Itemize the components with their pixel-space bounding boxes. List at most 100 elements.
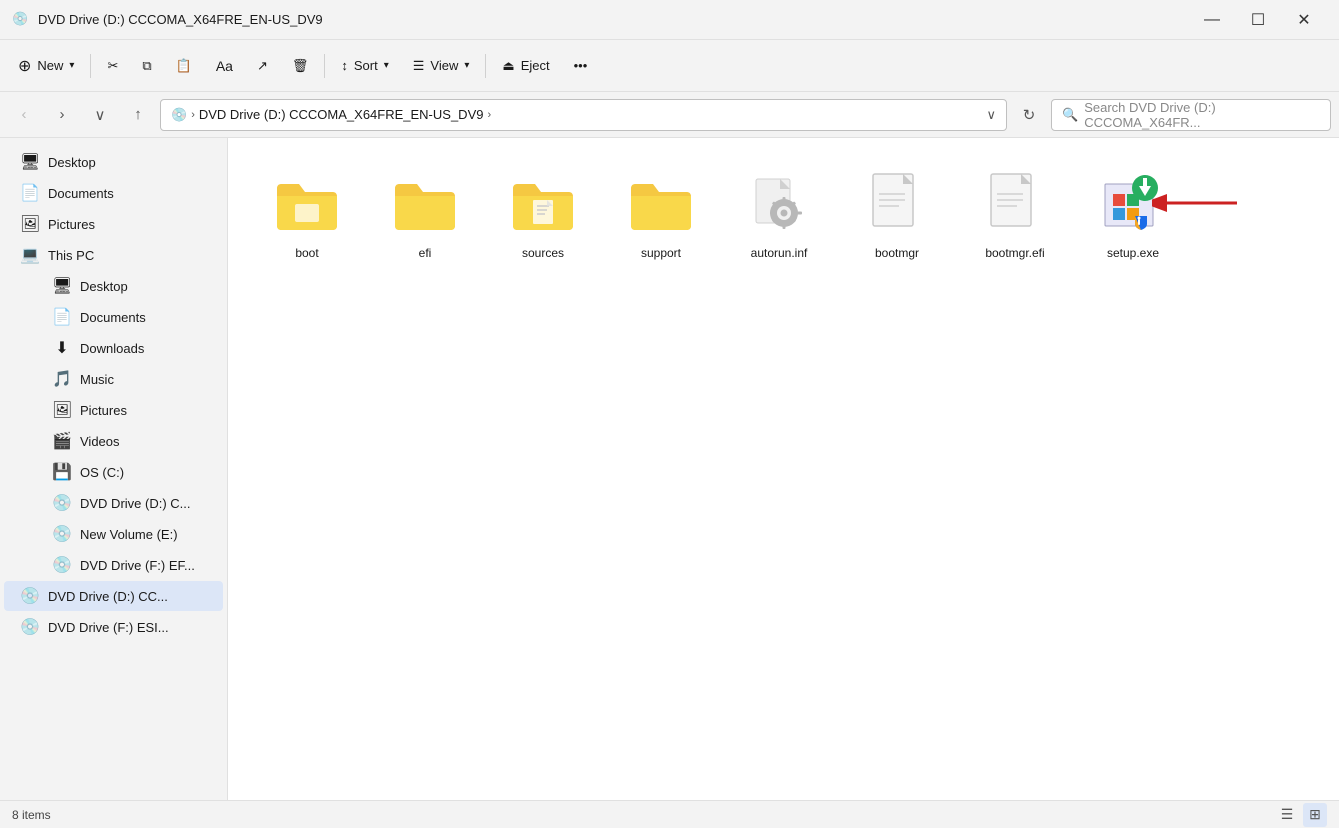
sidebar-label: OS (C:) bbox=[80, 465, 124, 480]
eject-button[interactable]: ⏏ Eject bbox=[492, 48, 559, 84]
view-button[interactable]: ☰ View ▾ bbox=[403, 48, 480, 84]
title-bar: 💿 DVD Drive (D:) CCCOMA_X64FRE_EN-US_DV9… bbox=[0, 0, 1339, 40]
sidebar-label: Videos bbox=[80, 434, 120, 449]
address-input[interactable]: 💿 › DVD Drive (D:) CCCOMA_X64FRE_EN-US_D… bbox=[160, 99, 1007, 131]
toolbar: ⊕ New ▾ ✂ ⧉ 📋 Aa ↗ 🗑 ↕ Sort ▾ ☰ View ▾ ⏏… bbox=[0, 40, 1339, 92]
sidebar-item-dvd-f2[interactable]: 💿 DVD Drive (F:) ESI... bbox=[4, 612, 223, 642]
sidebar-item-downloads[interactable]: ⬇ Downloads bbox=[36, 333, 223, 363]
close-button[interactable]: ✕ bbox=[1281, 0, 1327, 40]
toolbar-divider-2 bbox=[324, 54, 325, 78]
toolbar-divider-3 bbox=[485, 54, 486, 78]
sort-chevron-icon: ▾ bbox=[384, 60, 389, 71]
sidebar-item-new-volume-e[interactable]: 💿 New Volume (E:) bbox=[36, 519, 223, 549]
file-item-efi[interactable]: efi bbox=[370, 158, 480, 272]
file-item-support[interactable]: support bbox=[606, 158, 716, 272]
file-item-bootmgr[interactable]: bootmgr bbox=[842, 158, 952, 272]
sidebar-label: Documents bbox=[80, 310, 146, 325]
refresh-button[interactable]: ↻ bbox=[1013, 99, 1045, 131]
file-item-setup-exe[interactable]: setup.exe bbox=[1078, 158, 1188, 272]
sidebar-label: New Volume (E:) bbox=[80, 527, 178, 542]
sidebar-label: Documents bbox=[48, 186, 114, 201]
autorun-inf-label: autorun.inf bbox=[751, 246, 808, 262]
address-bar: ‹ › ∨ ↑ 💿 › DVD Drive (D:) CCCOMA_X64FRE… bbox=[0, 92, 1339, 138]
setup-exe-icon bbox=[1097, 168, 1169, 240]
sidebar-item-os-c[interactable]: 💾 OS (C:) bbox=[36, 457, 223, 487]
cut-button[interactable]: ✂ bbox=[97, 48, 128, 84]
file-item-boot[interactable]: boot bbox=[252, 158, 362, 272]
back-button[interactable]: ‹ bbox=[8, 99, 40, 131]
setup-exe-label: setup.exe bbox=[1107, 246, 1159, 262]
sort-button[interactable]: ↕ Sort ▾ bbox=[331, 48, 398, 84]
bootmgr-efi-label: bootmgr.efi bbox=[985, 246, 1044, 262]
efi-label: efi bbox=[419, 246, 432, 262]
new-button[interactable]: ⊕ New ▾ bbox=[8, 48, 84, 84]
copy-button[interactable]: ⧉ bbox=[132, 48, 161, 84]
expand-button[interactable]: ∨ bbox=[84, 99, 116, 131]
maximize-button[interactable]: ☐ bbox=[1235, 0, 1281, 40]
view-chevron-icon: ▾ bbox=[464, 60, 469, 71]
boot-label: boot bbox=[295, 246, 318, 262]
address-breadcrumb: 💿 › DVD Drive (D:) CCCOMA_X64FRE_EN-US_D… bbox=[171, 107, 980, 123]
address-dropdown-icon[interactable]: ∨ bbox=[986, 107, 996, 123]
minimize-button[interactable]: — bbox=[1189, 0, 1235, 40]
addr-separator-2: › bbox=[487, 109, 491, 121]
dvd-d-icon: 💿 bbox=[52, 493, 72, 513]
status-bar: 8 items ☰ ⊞ bbox=[0, 800, 1339, 828]
sidebar-section-this-pc: 🖥 Desktop 📄 Documents ⬇ Downloads 🎵 Musi… bbox=[0, 271, 227, 580]
music-icon: 🎵 bbox=[52, 369, 72, 389]
sidebar-label: Music bbox=[80, 372, 114, 387]
dvd-f-icon: 💿 bbox=[52, 555, 72, 575]
sidebar-label: Desktop bbox=[48, 155, 96, 170]
downloads-icon: ⬇ bbox=[52, 338, 72, 358]
sidebar-item-music[interactable]: 🎵 Music bbox=[36, 364, 223, 394]
toolbar-divider-1 bbox=[90, 54, 91, 78]
share-button[interactable]: ↗ bbox=[247, 48, 278, 84]
sidebar-item-documents[interactable]: 📄 Documents bbox=[36, 302, 223, 332]
support-folder-icon bbox=[625, 168, 697, 240]
rename-button[interactable]: Aa bbox=[206, 48, 243, 84]
sidebar-item-pictures-top[interactable]: 🖼 Pictures bbox=[4, 209, 223, 239]
this-pc-icon: 💻 bbox=[20, 245, 40, 265]
view-icon: ☰ bbox=[413, 58, 425, 74]
new-icon: ⊕ bbox=[18, 56, 31, 76]
autorun-inf-icon bbox=[743, 168, 815, 240]
sort-icon: ↕ bbox=[341, 58, 348, 73]
grid-view-button[interactable]: ⊞ bbox=[1303, 803, 1327, 827]
window-title: DVD Drive (D:) CCCOMA_X64FRE_EN-US_DV9 bbox=[38, 12, 323, 27]
sidebar-label: This PC bbox=[48, 248, 94, 263]
sidebar-item-dvd-d[interactable]: 💿 DVD Drive (D:) C... bbox=[36, 488, 223, 518]
sidebar-item-desktop[interactable]: 🖥 Desktop bbox=[36, 271, 223, 301]
documents2-icon: 📄 bbox=[52, 307, 72, 327]
sidebar-item-this-pc[interactable]: 💻 This PC bbox=[4, 240, 223, 270]
sidebar-item-pictures[interactable]: 🖼 Pictures bbox=[36, 395, 223, 425]
file-item-sources[interactable]: sources bbox=[488, 158, 598, 272]
sidebar-item-documents-top[interactable]: 📄 Documents bbox=[4, 178, 223, 208]
pictures2-icon: 🖼 bbox=[52, 400, 72, 420]
paste-button[interactable]: 📋 bbox=[166, 48, 202, 84]
up-button[interactable]: ↑ bbox=[122, 99, 154, 131]
address-path: DVD Drive (D:) CCCOMA_X64FRE_EN-US_DV9 bbox=[199, 107, 484, 122]
sidebar-label: Pictures bbox=[80, 403, 127, 418]
search-box[interactable]: 🔍 Search DVD Drive (D:) CCCOMA_X64FR... bbox=[1051, 99, 1331, 131]
file-grid: boot efi bbox=[252, 158, 1315, 272]
sidebar-item-dvd-d-active[interactable]: 💿 DVD Drive (D:) CC... bbox=[4, 581, 223, 611]
share-icon: ↗ bbox=[257, 58, 268, 74]
file-item-autorun-inf[interactable]: autorun.inf bbox=[724, 158, 834, 272]
more-button[interactable]: ••• bbox=[564, 48, 598, 84]
list-view-button[interactable]: ☰ bbox=[1275, 803, 1299, 827]
sidebar-item-dvd-f[interactable]: 💿 DVD Drive (F:) EF... bbox=[36, 550, 223, 580]
forward-button[interactable]: › bbox=[46, 99, 78, 131]
sidebar-item-videos[interactable]: 🎬 Videos bbox=[36, 426, 223, 456]
sidebar-label: DVD Drive (F:) EF... bbox=[80, 558, 195, 573]
sources-folder-icon bbox=[507, 168, 579, 240]
addr-separator-1: › bbox=[191, 109, 195, 121]
sidebar-label: DVD Drive (F:) ESI... bbox=[48, 620, 169, 635]
sort-label: Sort bbox=[354, 58, 378, 73]
new-volume-icon: 💿 bbox=[52, 524, 72, 544]
file-item-bootmgr-efi[interactable]: bootmgr.efi bbox=[960, 158, 1070, 272]
dvd-drive-icon: 💿 bbox=[12, 11, 30, 29]
os-c-icon: 💾 bbox=[52, 462, 72, 482]
sidebar-label: Pictures bbox=[48, 217, 95, 232]
delete-button[interactable]: 🗑 bbox=[282, 48, 319, 84]
sidebar-item-desktop-top[interactable]: 🖥 Desktop bbox=[4, 147, 223, 177]
